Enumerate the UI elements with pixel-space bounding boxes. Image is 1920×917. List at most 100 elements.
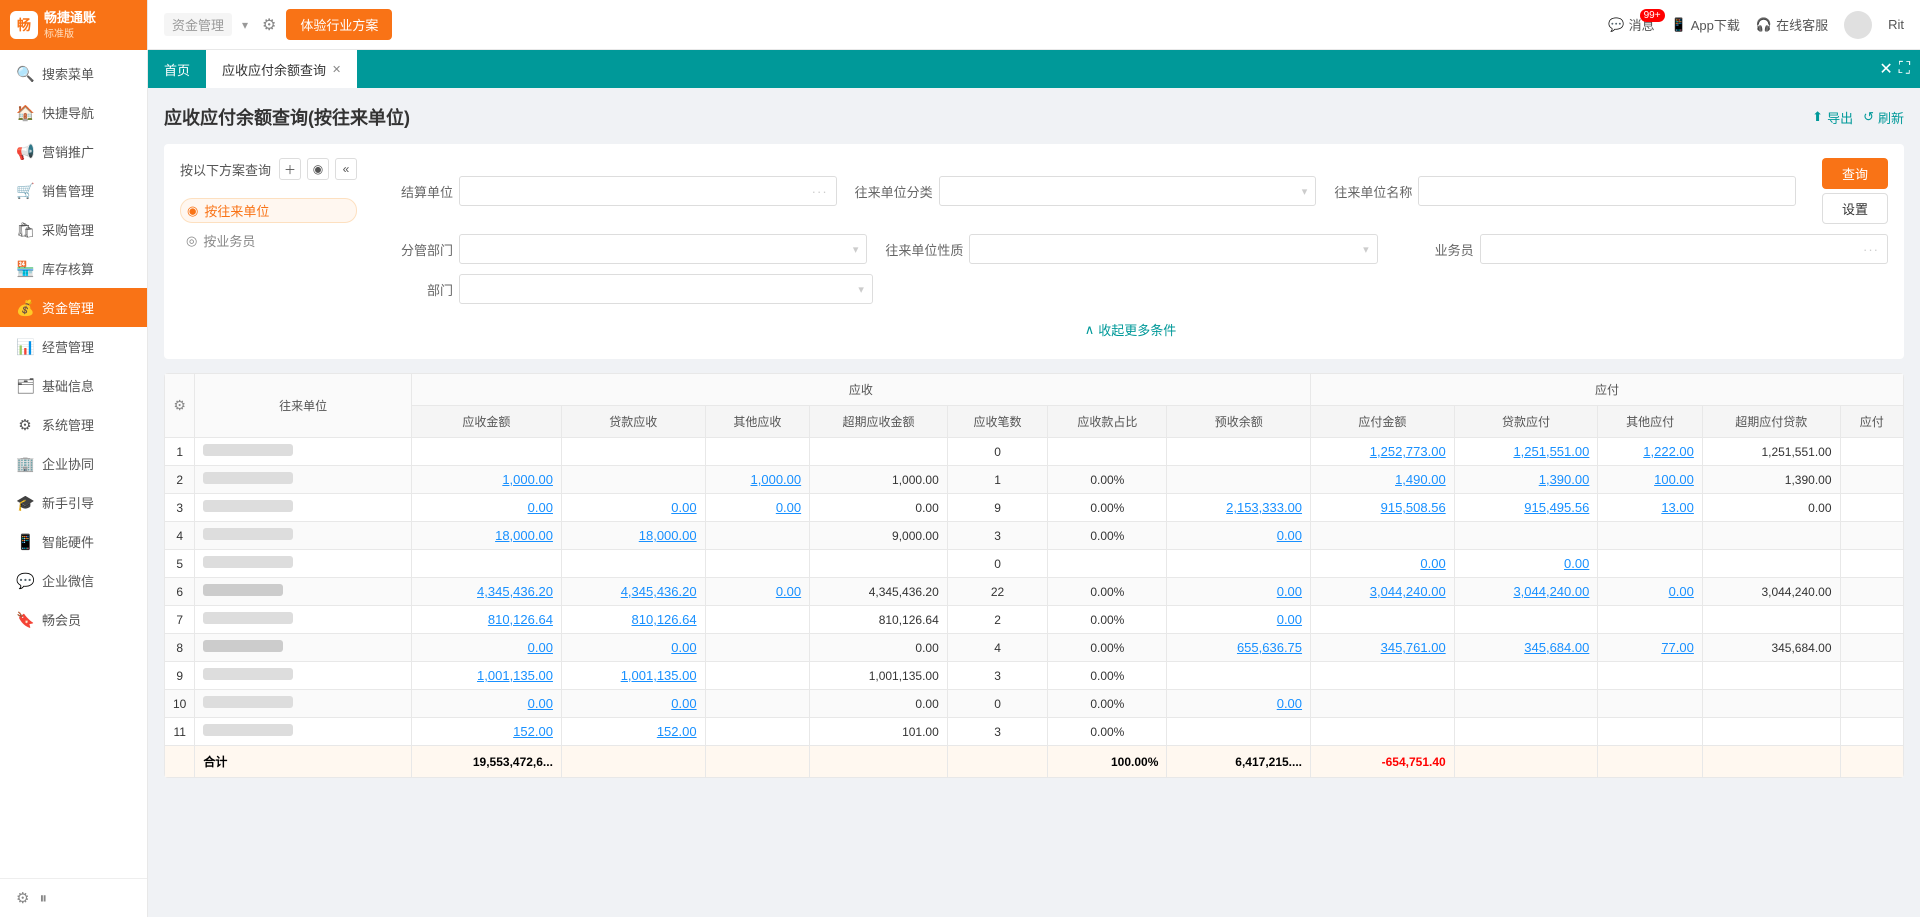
th-ap-other: 其他应付: [1598, 406, 1703, 438]
table-row: 418,000.0018,000.009,000.0030.00%0.00: [165, 522, 1904, 550]
sidebar-menu: 🔍 搜索菜单 🏠 快捷导航 📢 营销推广 🛒 销售管理 🛍 采购管理 🏪 库存核…: [0, 50, 147, 878]
sidebar-item-system[interactable]: ⚙ 系统管理: [0, 405, 147, 444]
sidebar-item-quicknav[interactable]: 🏠 快捷导航: [0, 93, 147, 132]
sidebar-item-purchase[interactable]: 🛍 采购管理: [0, 210, 147, 249]
table-row: 500.000.00: [165, 550, 1904, 578]
filter-person-icon: ◎: [186, 233, 197, 249]
table-body: 101,252,773.001,251,551.001,222.001,251,…: [165, 438, 1904, 746]
th-ar-group: 应收: [411, 374, 1310, 406]
dept-input[interactable]: ▾: [459, 234, 867, 264]
tab-home[interactable]: 首页: [148, 50, 206, 88]
filter-settings-btn[interactable]: ◉: [307, 158, 329, 180]
sidebar-item-guide[interactable]: 🎓 新手引导: [0, 483, 147, 522]
refresh-icon: ↺: [1863, 109, 1874, 125]
table-row: 64,345,436.204,345,436.200.004,345,436.2…: [165, 578, 1904, 606]
footer-label: 合计: [195, 746, 411, 778]
tab-close-icon[interactable]: ✕: [332, 63, 341, 76]
page-title: 应收应付余额查询(按往来单位): [164, 104, 410, 130]
home-icon: 🏠: [16, 104, 34, 122]
sidebar-item-member[interactable]: 🔖 畅会员: [0, 600, 147, 639]
headset-icon: 🎧: [1756, 17, 1772, 33]
filter-field-company-name: 往来单位名称: [1332, 176, 1796, 206]
footer-ap-amount: -654,751.40: [1311, 746, 1455, 778]
filter-company-icon: ◉: [187, 203, 198, 219]
sidebar-item-base[interactable]: 🗂 基础信息: [0, 366, 147, 405]
message-button[interactable]: 💬 消息 99+: [1608, 15, 1654, 34]
footer-ar-ratio: 100.00%: [1048, 746, 1167, 778]
base-icon: 🗂: [16, 377, 34, 395]
filter-panel: 按以下方案查询 ＋ ◉ « ◉ 按往来单位 ◎ 按业务员: [164, 144, 1904, 359]
filter-add-btn[interactable]: ＋: [279, 158, 301, 180]
table-settings-icon[interactable]: ⚙: [173, 397, 186, 413]
settlement-input[interactable]: ···: [459, 176, 837, 206]
salesperson-input[interactable]: ···: [1480, 234, 1888, 264]
company-type-input[interactable]: ▾: [939, 176, 1317, 206]
user-avatar: [1844, 11, 1872, 39]
app-download-button[interactable]: 📱 App下载: [1671, 15, 1740, 34]
company-name-input[interactable]: [1418, 176, 1796, 206]
table-row: 7810,126.64810,126.64810,126.6420.00%0.0…: [165, 606, 1904, 634]
th-ar-amount: 应收金额: [411, 406, 561, 438]
filter-header-actions: ＋ ◉ «: [279, 158, 357, 180]
sidebar-collapse-icon[interactable]: ⏸: [39, 890, 47, 907]
data-table: ⚙ 往来单位 应收 应付 应收金额 贷款应收 其他应收 超期应收金额 应收笔数 …: [164, 373, 1904, 778]
sidebar-item-hardware[interactable]: 📱 智能硬件: [0, 522, 147, 561]
tabbar-actions: ✕ ⛶: [1869, 50, 1920, 88]
filter-by-salesperson[interactable]: ◎ 按业务员: [180, 229, 357, 252]
th-ap-tail: 应付: [1840, 406, 1903, 438]
filter-by-company[interactable]: ◉ 按往来单位: [180, 198, 357, 223]
sidebar-item-wechat[interactable]: 💬 企业微信: [0, 561, 147, 600]
sidebar-item-inventory[interactable]: 🏪 库存核算: [0, 249, 147, 288]
table-group-header: ⚙ 往来单位 应收 应付: [165, 374, 1904, 406]
table-footer: 合计 19,553,472,6... 100.00% 6,417,215....…: [165, 746, 1904, 778]
tab-close-window-icon[interactable]: ✕: [1879, 59, 1892, 79]
table-row: 100.000.000.0000.00%0.00: [165, 690, 1904, 718]
query-button[interactable]: 查询: [1822, 158, 1888, 189]
online-service-button[interactable]: 🎧 在线客服: [1756, 15, 1828, 34]
footer-ar-amount: 19,553,472,6...: [411, 746, 561, 778]
topbar: 资金管理 ▾ ⚙ 体验行业方案 💬 消息 99+ 📱 App下载 🎧 在线客服 …: [148, 0, 1920, 50]
th-ar-overdue: 超期应收金额: [810, 406, 948, 438]
sidebar-item-finance[interactable]: 💰 资金管理: [0, 288, 147, 327]
filter-field-company-type: 往来单位分类 ▾: [853, 176, 1317, 206]
settings-button[interactable]: 设置: [1822, 193, 1888, 224]
refresh-button[interactable]: ↺ 刷新: [1863, 108, 1904, 127]
sidebar-item-search[interactable]: 🔍 搜索菜单: [0, 54, 147, 93]
chevron-up-icon: ∧: [1085, 322, 1095, 338]
filter-field-salesperson: 业务员 ···: [1394, 234, 1888, 264]
table-row: 91,001,135.001,001,135.001,001,135.0030.…: [165, 662, 1904, 690]
logo-text: 畅捷通账 标准版: [44, 10, 96, 41]
logo-icon: 畅: [10, 11, 38, 39]
filter-collapse-btn[interactable]: «: [335, 158, 357, 180]
message-icon: 💬: [1608, 17, 1624, 33]
sidebar-settings-icon[interactable]: ⚙: [16, 889, 29, 907]
tab-ar[interactable]: 应收应付余额查询 ✕: [206, 50, 357, 88]
filter-collapse-btn[interactable]: ∧ 收起更多条件: [373, 314, 1888, 345]
sidebar-item-marketing[interactable]: 📢 营销推广: [0, 132, 147, 171]
sidebar-item-operation[interactable]: 📊 经营管理: [0, 327, 147, 366]
filter-field-dept: 分管部门 ▾: [373, 234, 867, 264]
section-dept-input[interactable]: ▾: [459, 274, 873, 304]
data-table-wrapper: ⚙ 往来单位 应收 应付 应收金额 贷款应收 其他应收 超期应收金额 应收笔数 …: [164, 373, 1904, 778]
sidebar-item-corp[interactable]: 🏢 企业协同: [0, 444, 147, 483]
filter-field-settlement: 结算单位 ···: [373, 176, 837, 206]
guide-icon: 🎓: [16, 494, 34, 512]
th-ap-group: 应付: [1311, 374, 1904, 406]
marketing-icon: 📢: [16, 143, 34, 161]
sidebar-item-sales[interactable]: 🛒 销售管理: [0, 171, 147, 210]
solution-button[interactable]: 体验行业方案: [286, 9, 392, 40]
table-row: 11152.00152.00101.0030.00%: [165, 718, 1904, 746]
purchase-icon: 🛍: [16, 221, 34, 239]
table-row: 101,252,773.001,251,551.001,222.001,251,…: [165, 438, 1904, 466]
sidebar-logo: 畅 畅捷通账 标准版: [0, 0, 147, 50]
tab-maximize-icon[interactable]: ⛶: [1899, 60, 1910, 78]
footer-ar-prepaid: 6,417,215....: [1167, 746, 1311, 778]
company-nature-input[interactable]: ▾: [969, 234, 1377, 264]
wechat-icon: 💬: [16, 572, 34, 590]
corp-icon: 🏢: [16, 455, 34, 473]
inventory-icon: 🏪: [16, 260, 34, 278]
topbar-gear-icon[interactable]: ⚙: [262, 15, 276, 35]
export-button[interactable]: ⬆ 导出: [1812, 108, 1853, 127]
finance-icon: 💰: [16, 299, 34, 317]
query-buttons: 查询 设置: [1822, 158, 1888, 224]
